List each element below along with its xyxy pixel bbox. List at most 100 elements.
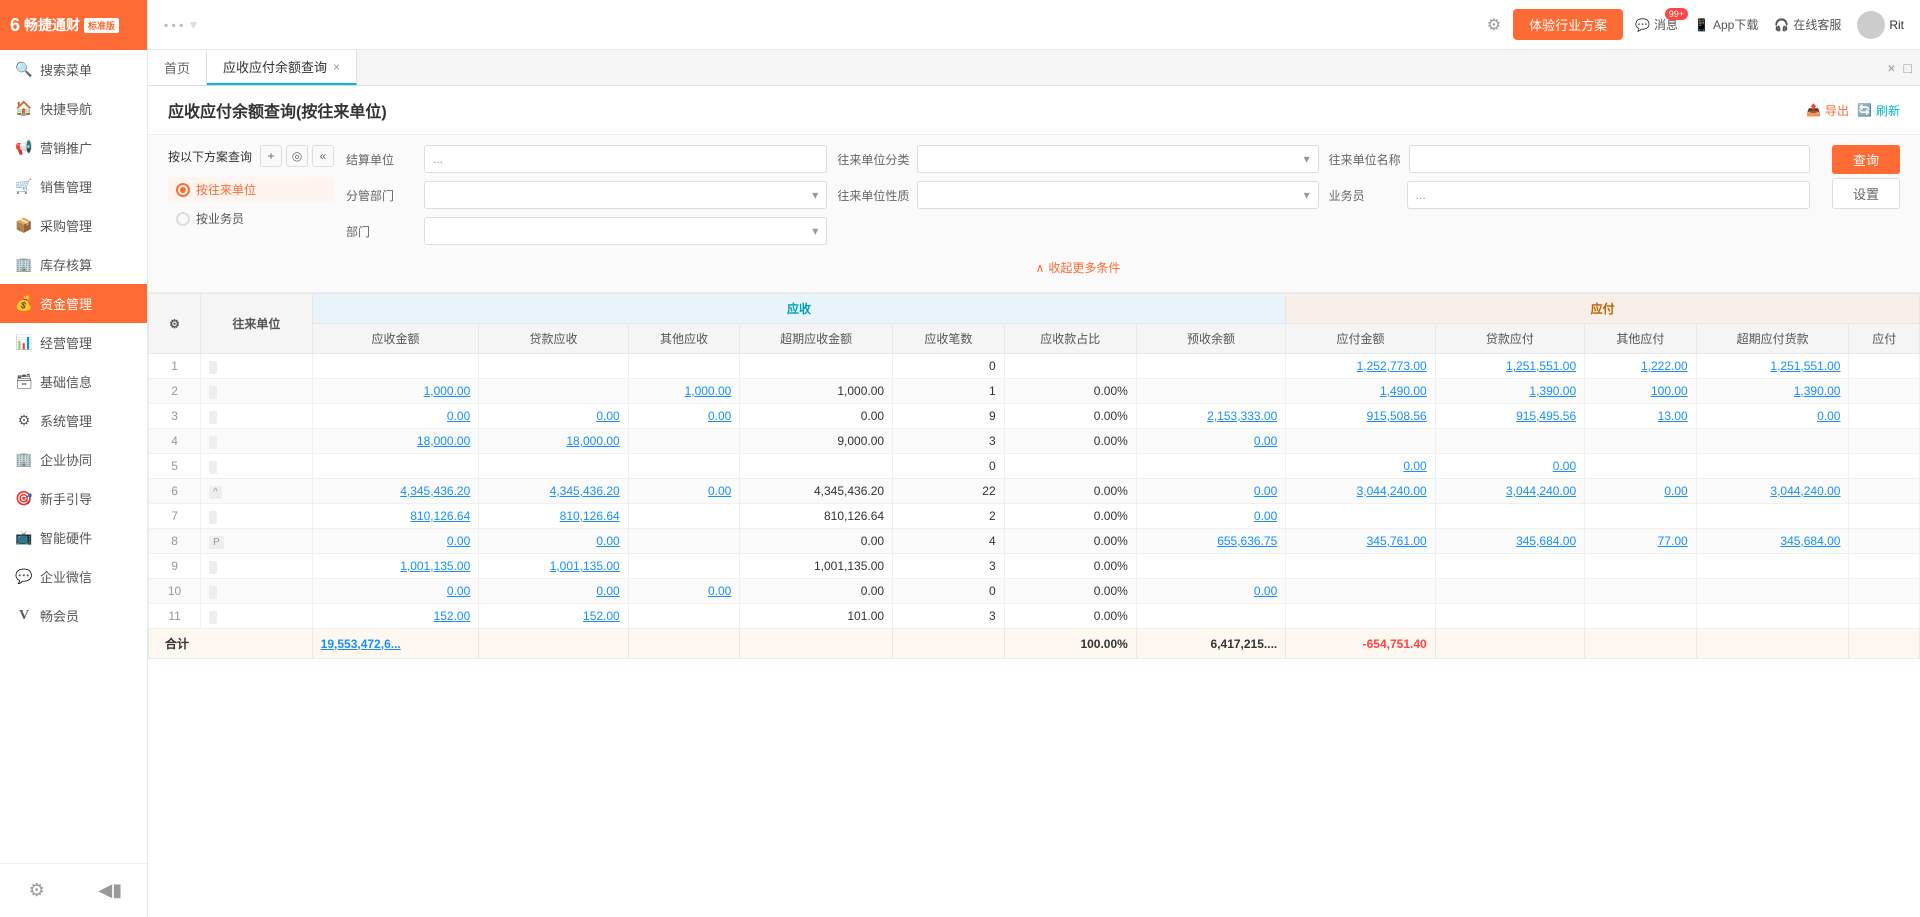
cell-link[interactable]: 0.00 [447, 584, 470, 598]
filter-target-btn[interactable]: ◎ [286, 145, 308, 167]
sidebar-item-purchase[interactable]: 📦 采购管理 [0, 206, 147, 245]
cell-link[interactable]: 345,684.00 [1780, 534, 1840, 548]
cell-link[interactable]: 1,251,551.00 [1770, 359, 1840, 373]
table-cell: 1,000.00 [312, 379, 479, 404]
cell-link[interactable]: 1,390.00 [1794, 384, 1841, 398]
unit-category-input[interactable]: ▾ [917, 145, 1318, 173]
tab-ar-query[interactable]: 应收应付余额查询 × [207, 50, 357, 85]
breadcrumb-separator: ▼ [187, 18, 199, 32]
sidebar-item-marketing[interactable]: 📢 营销推广 [0, 128, 147, 167]
sidebar-item-quick-nav[interactable]: 🏠 快捷导航 [0, 89, 147, 128]
cell-link[interactable]: 77.00 [1658, 534, 1688, 548]
window-close-icon[interactable]: × [1887, 60, 1895, 76]
cell-link[interactable]: 0.00 [708, 409, 731, 423]
cell-link[interactable]: 915,495.56 [1516, 409, 1576, 423]
sidebar-item-inventory[interactable]: 🏢 库存核算 [0, 245, 147, 284]
filter-collapse-btn[interactable]: « [312, 145, 334, 167]
cell-link[interactable]: 0.00 [1553, 459, 1576, 473]
settlement-input[interactable]: ... [424, 145, 827, 173]
topbar-settings-icon[interactable]: ⚙ [1487, 15, 1501, 35]
sidebar-item-finance[interactable]: 💰 资金管理 [0, 284, 147, 323]
cell-link[interactable]: 1,390.00 [1529, 384, 1576, 398]
inventory-icon: 🏢 [16, 257, 32, 273]
radio-by-unit[interactable]: 按往来单位 [168, 177, 334, 202]
refresh-button[interactable]: 🔄 刷新 [1857, 102, 1900, 119]
cell-link[interactable]: 152.00 [583, 609, 620, 623]
cell-link[interactable]: 810,126.64 [410, 509, 470, 523]
window-expand-icon[interactable]: □ [1904, 60, 1912, 76]
sidebar-item-member[interactable]: V 畅会员 [0, 596, 147, 635]
sidebar-item-corp[interactable]: 🏢 企业协同 [0, 440, 147, 479]
cell-link[interactable]: 1,222.00 [1641, 359, 1688, 373]
sidebar-item-hardware[interactable]: 📺 智能硬件 [0, 518, 147, 557]
th-settings-icon[interactable]: ⚙ [149, 294, 201, 354]
cell-link[interactable]: 345,761.00 [1367, 534, 1427, 548]
sidebar-item-sales[interactable]: 🛒 销售管理 [0, 167, 147, 206]
cell-link[interactable]: 152.00 [434, 609, 471, 623]
department-input[interactable]: ▾ [424, 217, 827, 245]
dept-input[interactable]: ▾ [424, 181, 827, 209]
cell-link[interactable]: 1,251,551.00 [1506, 359, 1576, 373]
sidebar-item-base[interactable]: 🗃 基础信息 [0, 362, 147, 401]
cell-link[interactable]: 0.00 [596, 584, 619, 598]
cell-link[interactable]: 4,345,436.20 [400, 484, 470, 498]
cell-link[interactable]: 18,000.00 [566, 434, 619, 448]
collapse-btn[interactable]: ∧ 收起更多条件 [1030, 253, 1127, 282]
cell-link[interactable]: 345,684.00 [1516, 534, 1576, 548]
settings-button[interactable]: 设置 [1832, 178, 1900, 209]
cell-link[interactable]: 13.00 [1658, 409, 1688, 423]
cell-link[interactable]: 0.00 [1254, 584, 1277, 598]
sidebar-settings-btn[interactable]: ⚙ [0, 872, 74, 909]
user-profile[interactable]: Rit [1857, 11, 1904, 39]
sidebar-item-system[interactable]: ⚙ 系统管理 [0, 401, 147, 440]
cell-link[interactable]: 915,508.56 [1367, 409, 1427, 423]
cell-link[interactable]: 1,001,135.00 [400, 559, 470, 573]
row-number: 7 [149, 504, 201, 529]
cell-link[interactable]: 2,153,333.00 [1207, 409, 1277, 423]
filter-add-btn[interactable]: + [260, 145, 282, 167]
solution-button[interactable]: 体验行业方案 [1513, 9, 1623, 40]
query-button[interactable]: 查询 [1832, 145, 1900, 174]
sidebar-item-label: 企业微信 [40, 567, 92, 586]
cell-link[interactable]: 0.00 [1403, 459, 1426, 473]
cell-link[interactable]: 0.00 [708, 484, 731, 498]
sidebar-item-guide[interactable]: 🎯 新手引导 [0, 479, 147, 518]
cell-link[interactable]: 3,044,240.00 [1357, 484, 1427, 498]
unit-nature-input[interactable]: ▾ [917, 181, 1318, 209]
cell-link[interactable]: 0.00 [447, 409, 470, 423]
tab-home[interactable]: 首页 [148, 50, 207, 85]
cell-link[interactable]: 0.00 [1817, 409, 1840, 423]
sidebar-item-search[interactable]: 🔍 搜索菜单 [0, 50, 147, 89]
sidebar-collapse-btn[interactable]: ◀▮ [74, 872, 148, 909]
cell-link[interactable]: 1,000.00 [424, 384, 471, 398]
cell-link[interactable]: 3,044,240.00 [1506, 484, 1576, 498]
cell-link[interactable]: 4,345,436.20 [550, 484, 620, 498]
cell-link[interactable]: 100.00 [1651, 384, 1688, 398]
cell-link[interactable]: 655,636.75 [1217, 534, 1277, 548]
cell-link[interactable]: 3,044,240.00 [1770, 484, 1840, 498]
radio-by-staff[interactable]: 按业务员 [168, 206, 334, 231]
cell-link[interactable]: 0.00 [1664, 484, 1687, 498]
unit-name-input[interactable] [1409, 145, 1810, 173]
messages-button[interactable]: 💬 消息 99+ [1635, 16, 1678, 33]
cell-link[interactable]: 0.00 [447, 534, 470, 548]
cell-link[interactable]: 18,000.00 [417, 434, 470, 448]
cell-link[interactable]: 0.00 [708, 584, 731, 598]
cell-link[interactable]: 1,490.00 [1380, 384, 1427, 398]
salesman-input[interactable]: ... [1407, 181, 1810, 209]
sidebar-item-wechat[interactable]: 💬 企业微信 [0, 557, 147, 596]
cell-link[interactable]: 1,001,135.00 [550, 559, 620, 573]
cell-link[interactable]: 0.00 [1254, 484, 1277, 498]
cell-link[interactable]: 0.00 [596, 534, 619, 548]
cell-link[interactable]: 0.00 [596, 409, 619, 423]
online-service-button[interactable]: 🎧 在线客服 [1774, 16, 1841, 33]
cell-link[interactable]: 0.00 [1254, 434, 1277, 448]
cell-link[interactable]: 0.00 [1254, 509, 1277, 523]
cell-link[interactable]: 810,126.64 [560, 509, 620, 523]
cell-link[interactable]: 1,000.00 [685, 384, 732, 398]
tab-close-icon[interactable]: × [333, 60, 340, 74]
cell-link[interactable]: 1,252,773.00 [1357, 359, 1427, 373]
sidebar-item-ops[interactable]: 📊 经营管理 [0, 323, 147, 362]
app-download-button[interactable]: 📱 App下载 [1694, 16, 1758, 33]
export-button[interactable]: 📤 导出 [1806, 102, 1849, 119]
